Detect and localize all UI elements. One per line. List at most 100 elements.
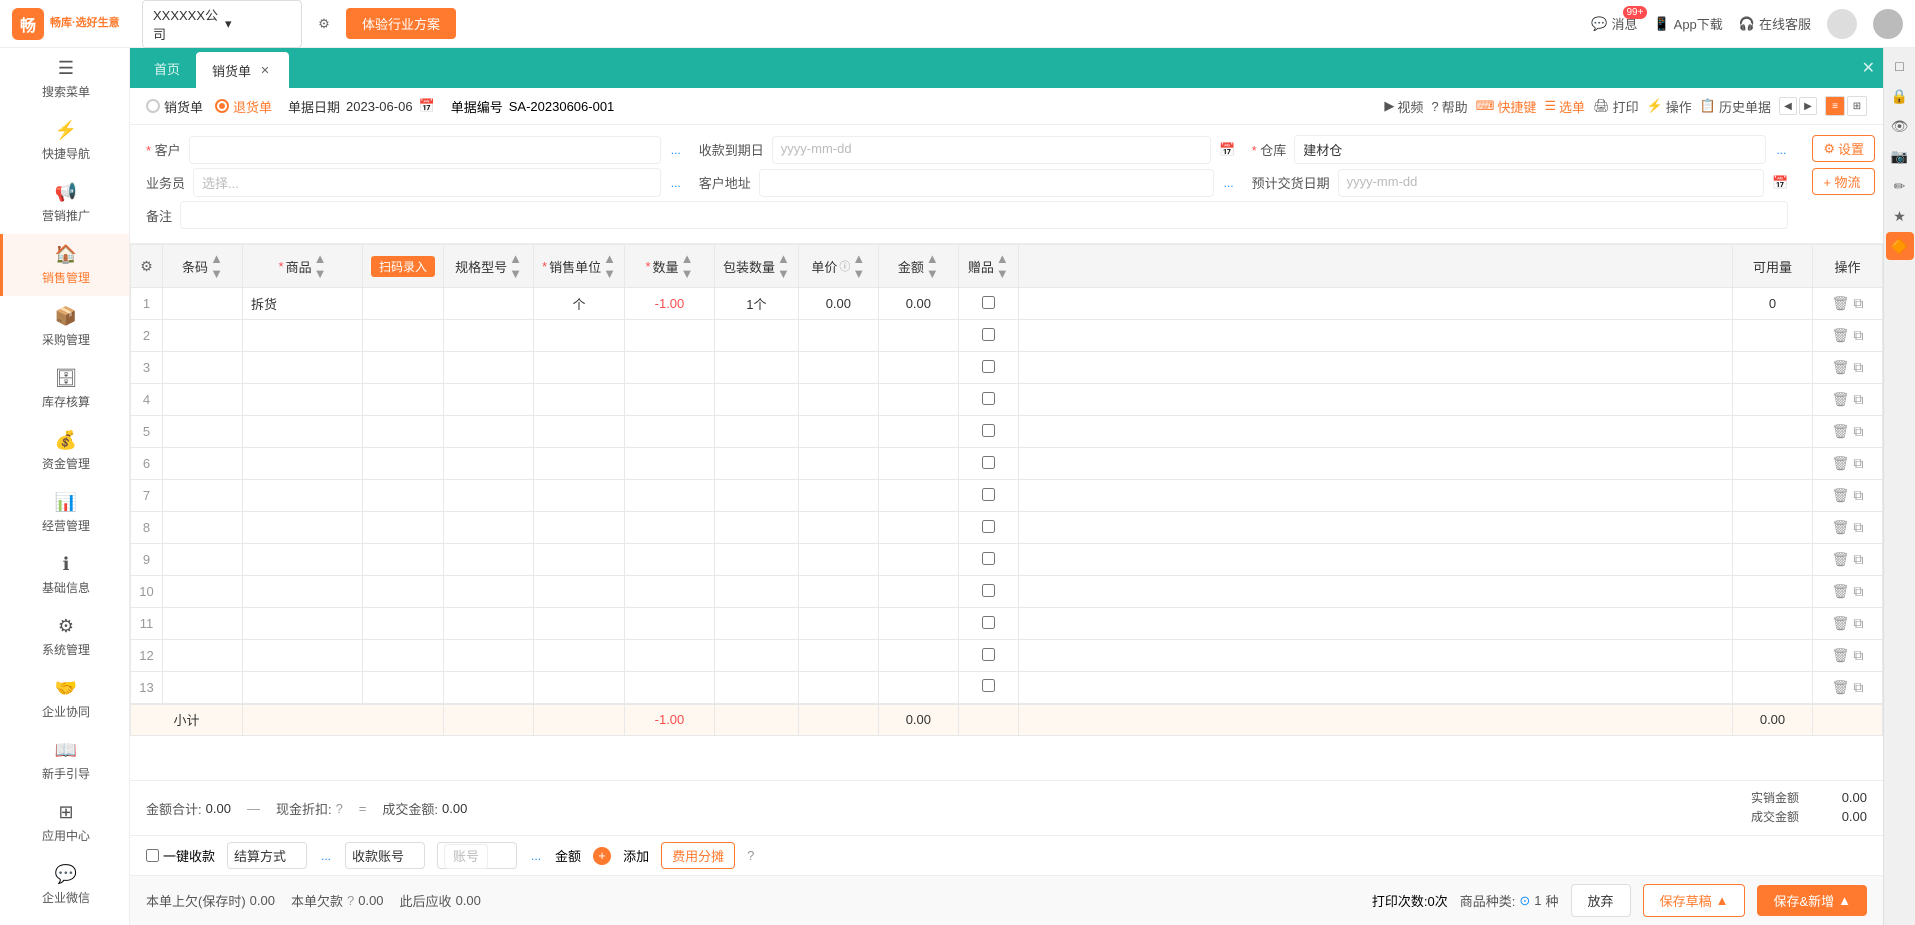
add-payment-button[interactable]: + (593, 847, 611, 865)
row-barcode[interactable] (163, 576, 243, 608)
right-tool-7[interactable]: 🔶 (1886, 232, 1914, 260)
warehouse-ellipsis[interactable]: ... (1774, 143, 1788, 157)
row-unit[interactable] (534, 576, 625, 608)
operate-action[interactable]: ⚡ 操作 (1647, 97, 1692, 116)
address-ellipsis[interactable]: ... (1222, 176, 1236, 190)
row-amount[interactable] (878, 320, 958, 352)
sidebar-item-purchase[interactable]: 📦 采购管理 (0, 296, 129, 358)
settings-icon[interactable]: ⚙ (310, 10, 338, 38)
warehouse-input[interactable]: 建材仓 (1294, 135, 1766, 164)
right-tool-5[interactable]: ✏ (1886, 172, 1914, 200)
row-qty[interactable] (624, 640, 714, 672)
row-spec[interactable] (444, 480, 534, 512)
row-spec[interactable] (444, 448, 534, 480)
sidebar-item-operations[interactable]: 📊 经营管理 (0, 482, 129, 544)
row-gift[interactable] (958, 480, 1018, 512)
row-product[interactable] (243, 672, 363, 704)
row-unit[interactable] (534, 608, 625, 640)
discard-button[interactable]: 放弃 (1571, 884, 1631, 917)
sidebar-item-search[interactable]: ☰ 搜索菜单 (0, 48, 129, 110)
copy-icon[interactable]: ⧉ (1853, 359, 1863, 376)
gift-checkbox[interactable] (982, 648, 995, 661)
delivery-date-input[interactable]: yyyy-mm-dd (1338, 169, 1765, 197)
row-product[interactable] (243, 352, 363, 384)
row-unit[interactable]: 个 (534, 288, 625, 320)
help-action[interactable]: ? 帮助 (1431, 97, 1467, 116)
gift-checkbox[interactable] (982, 552, 995, 565)
salesperson-ellipsis[interactable]: ... (669, 176, 683, 190)
right-tool-1[interactable]: □ (1886, 52, 1914, 80)
row-pack-qty[interactable] (714, 576, 798, 608)
delete-icon[interactable]: 🗑 (1832, 359, 1850, 376)
row-barcode[interactable] (163, 672, 243, 704)
row-qty[interactable] (624, 320, 714, 352)
row-product[interactable] (243, 448, 363, 480)
row-unit[interactable] (534, 448, 625, 480)
row-product[interactable] (243, 416, 363, 448)
online-service-item[interactable]: 🎧 在线客服 (1739, 14, 1811, 33)
row-amount[interactable] (878, 512, 958, 544)
prev-page-arrow[interactable]: ◀ (1779, 97, 1797, 115)
row-pack-qty[interactable] (714, 544, 798, 576)
sidebar-item-finance[interactable]: 💰 资金管理 (0, 420, 129, 482)
row-gift[interactable] (958, 672, 1018, 704)
row-pack-qty[interactable] (714, 320, 798, 352)
row-product[interactable]: 拆货 (243, 288, 363, 320)
right-tool-2[interactable]: 🔒 (1886, 82, 1914, 110)
sidebar-item-basic-info[interactable]: ℹ 基础信息 (0, 544, 129, 606)
row-qty[interactable] (624, 672, 714, 704)
row-barcode[interactable] (163, 288, 243, 320)
row-amount[interactable] (878, 352, 958, 384)
one-click-payment-checkbox[interactable]: 一键收款 (146, 846, 215, 865)
copy-icon[interactable]: ⧉ (1853, 455, 1863, 472)
row-barcode[interactable] (163, 512, 243, 544)
company-selector[interactable]: XXXXXX公司 ▾ (142, 0, 302, 48)
row-product[interactable] (243, 608, 363, 640)
shortcut-action[interactable]: ⌨ 快捷键 (1476, 97, 1537, 116)
row-amount[interactable] (878, 448, 958, 480)
sidebar-item-guide[interactable]: 📖 新手引导 (0, 730, 129, 792)
row-amount[interactable] (878, 416, 958, 448)
next-page-arrow[interactable]: ▶ (1799, 97, 1817, 115)
copy-icon[interactable]: ⧉ (1853, 487, 1863, 504)
row-gift[interactable] (958, 576, 1018, 608)
row-unit[interactable] (534, 672, 625, 704)
sidebar-item-marketing[interactable]: 📢 营销推广 (0, 172, 129, 234)
row-price[interactable] (798, 512, 878, 544)
row-unit[interactable] (534, 480, 625, 512)
row-product[interactable] (243, 640, 363, 672)
customer-ellipsis[interactable]: ... (669, 143, 683, 157)
delete-icon[interactable]: 🗑 (1832, 615, 1850, 632)
row-qty[interactable] (624, 512, 714, 544)
account-select[interactable]: 收款账号 (345, 842, 425, 869)
delete-icon[interactable]: 🗑 (1832, 487, 1850, 504)
row-barcode[interactable] (163, 416, 243, 448)
history-action[interactable]: 📋 历史单据 (1700, 97, 1771, 116)
row-pack-qty[interactable] (714, 352, 798, 384)
row-amount[interactable] (878, 544, 958, 576)
account-ellipsis[interactable]: ... (529, 849, 543, 863)
delete-icon[interactable]: 🗑 (1832, 519, 1850, 536)
row-qty[interactable]: -1.00 (624, 288, 714, 320)
row-qty[interactable] (624, 384, 714, 416)
help-icon[interactable]: ? (336, 801, 343, 816)
save-draft-button[interactable]: 保存草稿 ▲ (1643, 884, 1746, 917)
row-pack-qty[interactable] (714, 608, 798, 640)
customer-address-input[interactable] (759, 169, 1214, 197)
row-unit[interactable] (534, 384, 625, 416)
owe-help-icon[interactable]: ? (347, 893, 354, 908)
row-price[interactable] (798, 544, 878, 576)
expense-help-icon[interactable]: ? (747, 848, 754, 863)
gift-checkbox[interactable] (982, 424, 995, 437)
tab-sales-order[interactable]: 销货单 ✕ (196, 52, 289, 88)
delete-icon[interactable]: 🗑 (1832, 583, 1850, 600)
payment-date-calendar-icon[interactable]: 📅 (1219, 142, 1235, 158)
row-spec[interactable] (444, 576, 534, 608)
one-click-checkbox[interactable] (146, 849, 159, 862)
sidebar-item-quick-nav[interactable]: ⚡ 快捷导航 (0, 110, 129, 172)
row-qty[interactable] (624, 480, 714, 512)
print-action[interactable]: 🖨 打印 (1593, 97, 1639, 116)
delete-icon[interactable]: 🗑 (1832, 455, 1850, 472)
row-spec[interactable] (444, 608, 534, 640)
row-spec[interactable] (444, 512, 534, 544)
